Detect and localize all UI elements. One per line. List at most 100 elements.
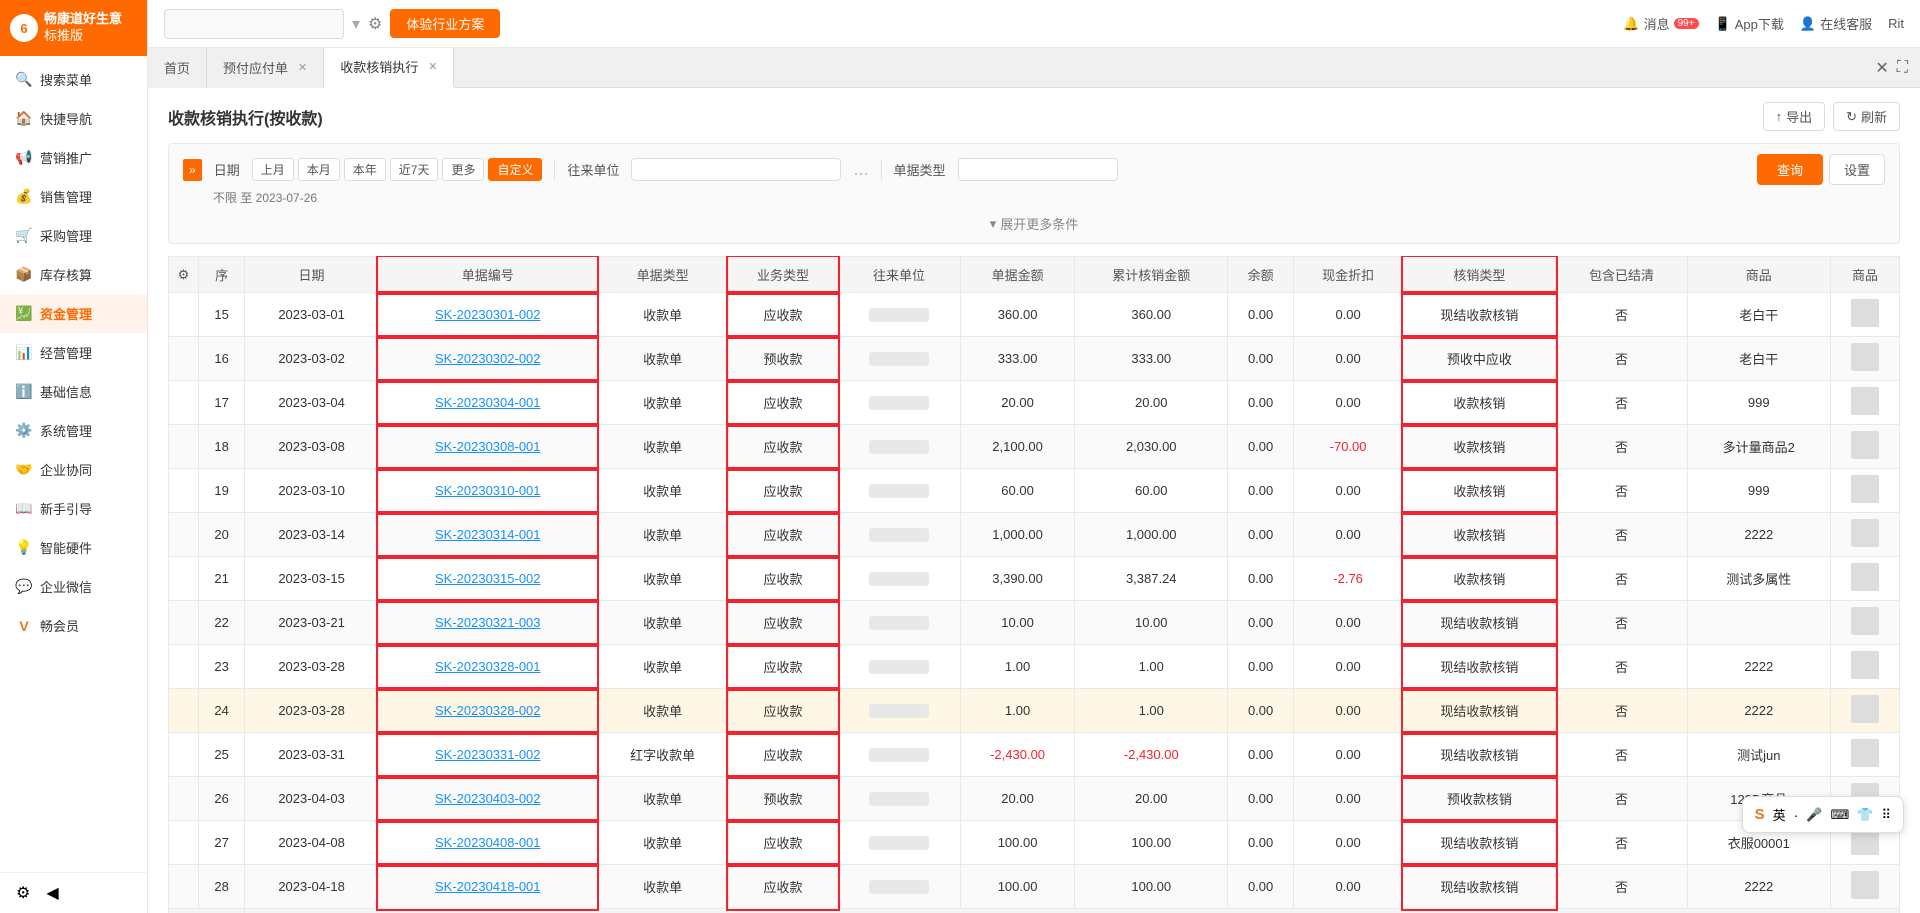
doc-no-link[interactable]: SK-20230304-001 bbox=[435, 395, 541, 410]
topbar-right: 🔔 消息 99+ 📱 App下载 👤 在线客服 Rit bbox=[1623, 14, 1904, 33]
doc-no-link[interactable]: SK-20230314-001 bbox=[435, 527, 541, 542]
date-btn-last-7-days[interactable]: 近7天 bbox=[390, 158, 439, 181]
cell-verified: 1,000.00 bbox=[1075, 513, 1228, 557]
tab-home[interactable]: 首页 bbox=[148, 48, 207, 88]
cell-biz-type: 应收款 bbox=[728, 381, 837, 425]
cell-balance: 0.00 bbox=[1228, 513, 1294, 557]
cell-counterpart bbox=[838, 865, 961, 909]
table-row: 24 2023-03-28 SK-20230328-002 收款单 应收款 1.… bbox=[169, 689, 1900, 733]
cell-seq: 25 bbox=[199, 733, 245, 777]
topbar-settings-icon[interactable]: ⚙ bbox=[368, 14, 382, 34]
sidebar-item-purchase[interactable]: 🛒 采购管理 bbox=[0, 216, 147, 255]
doc-no-link[interactable]: SK-20230308-001 bbox=[435, 439, 541, 454]
col-include-settled: 包含已结清 bbox=[1556, 257, 1687, 293]
doc-no-link[interactable]: SK-20230331-002 bbox=[435, 747, 541, 762]
sidebar-item-basic[interactable]: ℹ️ 基础信息 bbox=[0, 372, 147, 411]
cell-amount: -2,430.00 bbox=[960, 733, 1074, 777]
sidebar-item-capital[interactable]: 💹 资金管理 bbox=[0, 294, 147, 333]
doc-no-link[interactable]: SK-20230310-001 bbox=[435, 483, 541, 498]
cell-include-settled: 否 bbox=[1556, 733, 1687, 777]
sidebar-item-hardware[interactable]: 💡 智能硬件 bbox=[0, 528, 147, 567]
sidebar-item-operations[interactable]: 📊 经营管理 bbox=[0, 333, 147, 372]
cell-biz-type: 应收款 bbox=[728, 645, 837, 689]
sidebar-item-enterprise[interactable]: 🤝 企业协同 bbox=[0, 450, 147, 489]
doc-no-link[interactable]: SK-20230328-002 bbox=[435, 703, 541, 718]
date-btn-custom[interactable]: 自定义 bbox=[488, 158, 542, 181]
date-btn-more[interactable]: 更多 bbox=[442, 158, 484, 181]
doc-no-link[interactable]: SK-20230418-001 bbox=[435, 879, 541, 894]
sidebar-item-member[interactable]: V 畅会员 bbox=[0, 606, 147, 645]
microphone-icon[interactable]: 🎤 bbox=[1806, 807, 1822, 823]
date-btn-last-month[interactable]: 上月 bbox=[252, 158, 294, 181]
cell-product: 2222 bbox=[1687, 513, 1830, 557]
cell-verify-type: 收款核销 bbox=[1403, 425, 1556, 469]
cell-balance: 0.00 bbox=[1228, 821, 1294, 865]
industry-solution-button[interactable]: 体验行业方案 bbox=[390, 9, 500, 38]
cell-product-thumb bbox=[1830, 601, 1899, 645]
cell-verified: 20.00 bbox=[1075, 381, 1228, 425]
doc-no-link[interactable]: SK-20230301-002 bbox=[435, 307, 541, 322]
sidebar-item-search[interactable]: 🔍 搜索菜单 bbox=[0, 60, 147, 99]
collapse-icon[interactable]: ◀ bbox=[46, 883, 58, 903]
cell-doc-no: SK-20230331-002 bbox=[378, 733, 597, 777]
sidebar-item-wechat[interactable]: 💬 企业微信 bbox=[0, 567, 147, 606]
doc-no-link[interactable]: SK-20230302-002 bbox=[435, 351, 541, 366]
app-download-item[interactable]: 📱 App下载 bbox=[1715, 14, 1784, 33]
export-button[interactable]: ↑ 导出 bbox=[1763, 102, 1826, 131]
expand-button[interactable]: ▾ 展开更多条件 bbox=[990, 214, 1079, 233]
doc-no-link[interactable]: SK-20230315-002 bbox=[435, 571, 541, 586]
cell-counterpart bbox=[838, 777, 961, 821]
keyboard-icon[interactable]: ⌨ bbox=[1831, 807, 1850, 823]
sidebar-item-shortcuts[interactable]: 🏠 快捷导航 bbox=[0, 99, 147, 138]
sidebar-item-sales[interactable]: 💰 销售管理 bbox=[0, 177, 147, 216]
doc-no-link[interactable]: SK-20230403-002 bbox=[435, 791, 541, 806]
search-input[interactable] bbox=[173, 17, 335, 31]
tab-close-icon[interactable]: ✕ bbox=[1875, 58, 1888, 78]
cell-date: 2023-03-15 bbox=[245, 557, 379, 601]
filter-toggle-button[interactable]: » bbox=[183, 159, 202, 181]
cell-include-settled: 否 bbox=[1556, 381, 1687, 425]
cell-verified: -2,430.00 bbox=[1075, 733, 1228, 777]
sidebar-item-system[interactable]: ⚙️ 系统管理 bbox=[0, 411, 147, 450]
settings-icon[interactable]: ⚙ bbox=[16, 883, 30, 903]
counterpart-more-icon[interactable]: ... bbox=[853, 159, 868, 180]
cell-cash-discount: 0.00 bbox=[1293, 645, 1402, 689]
cell-doc-type: 红字收款单 bbox=[597, 733, 728, 777]
doc-no-link[interactable]: SK-20230321-003 bbox=[435, 615, 541, 630]
tab-payables[interactable]: 预付应付单 ✕ bbox=[207, 48, 324, 88]
float-bar-dot: · bbox=[1794, 807, 1799, 823]
tab-receipts[interactable]: 收款核销执行 ✕ bbox=[324, 48, 454, 88]
user-profile[interactable]: Rit bbox=[1888, 16, 1904, 31]
col-verified: 累计核销金额 bbox=[1075, 257, 1228, 293]
doc-no-link[interactable]: SK-20230408-001 bbox=[435, 835, 541, 850]
customer-service-item[interactable]: 👤 在线客服 bbox=[1800, 14, 1872, 33]
tab-close-payables[interactable]: ✕ bbox=[298, 61, 307, 74]
cell-include-settled: 否 bbox=[1556, 645, 1687, 689]
tab-expand-icon[interactable]: ⛶ bbox=[1897, 59, 1908, 77]
sidebar-item-guide[interactable]: 📖 新手引导 bbox=[0, 489, 147, 528]
grid-icon[interactable]: ⠿ bbox=[1881, 807, 1891, 823]
doc-no-link[interactable]: SK-20230328-001 bbox=[435, 659, 541, 674]
expand-row: ▾ 展开更多条件 bbox=[183, 214, 1885, 233]
cell-date: 2023-03-01 bbox=[245, 293, 379, 337]
doc-type-select[interactable] bbox=[958, 158, 1118, 181]
notification-item[interactable]: 🔔 消息 99+ bbox=[1623, 14, 1698, 33]
col-gear[interactable]: ⚙ bbox=[169, 257, 199, 293]
sidebar-item-inventory[interactable]: 📦 库存核算 bbox=[0, 255, 147, 294]
query-button[interactable]: 查询 bbox=[1757, 154, 1823, 185]
col-balance: 余额 bbox=[1228, 257, 1294, 293]
counterpart-input[interactable] bbox=[631, 158, 841, 181]
date-btn-this-month[interactable]: 本月 bbox=[298, 158, 340, 181]
enterprise-icon: 🤝 bbox=[16, 462, 32, 478]
refresh-button[interactable]: ↻ 刷新 bbox=[1833, 102, 1900, 131]
cell-verify-type: 收款核销 bbox=[1403, 557, 1556, 601]
cell-balance: 0.00 bbox=[1228, 733, 1294, 777]
dropdown-arrow-icon[interactable]: ▾ bbox=[352, 14, 360, 34]
settings-btn[interactable]: 设置 bbox=[1829, 154, 1885, 185]
shirt-icon[interactable]: 👕 bbox=[1857, 807, 1873, 823]
tab-close-receipts[interactable]: ✕ bbox=[428, 60, 437, 73]
cell-include-settled: 否 bbox=[1556, 293, 1687, 337]
page-title: 收款核销执行(按收款) bbox=[168, 105, 323, 129]
date-btn-this-year[interactable]: 本年 bbox=[344, 158, 386, 181]
sidebar-item-marketing[interactable]: 📢 营销推广 bbox=[0, 138, 147, 177]
